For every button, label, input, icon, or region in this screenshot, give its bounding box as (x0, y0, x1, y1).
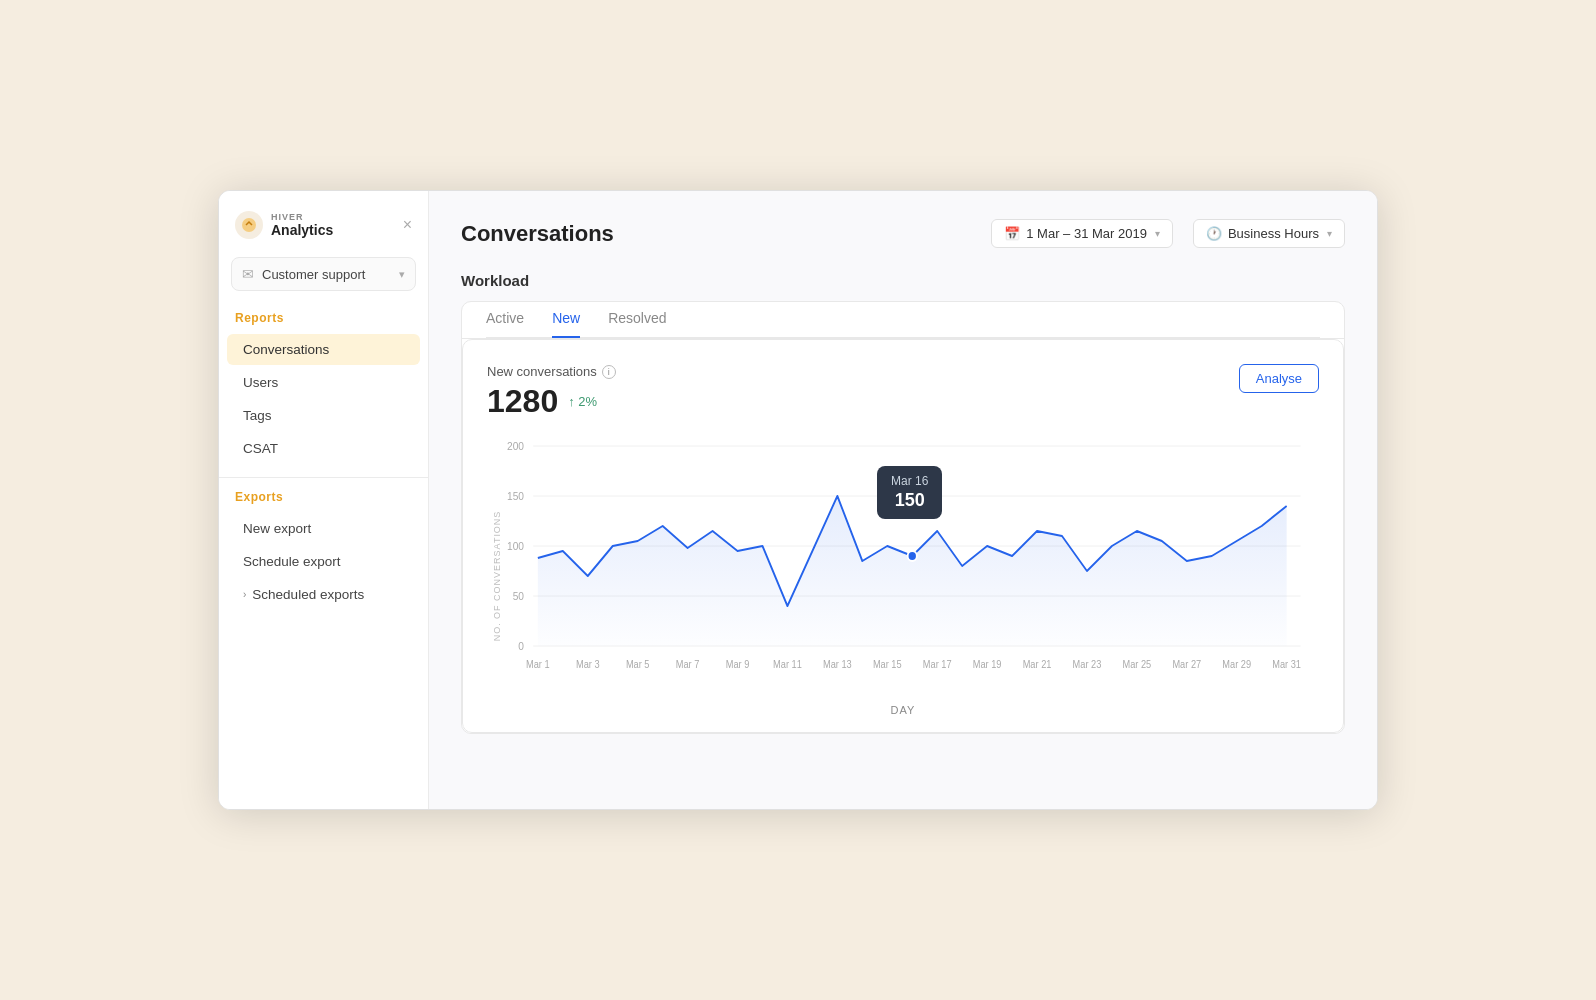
sidebar-item-csat[interactable]: CSAT (227, 433, 420, 464)
reports-section-label: Reports (219, 311, 428, 333)
svg-text:Mar 3: Mar 3 (576, 659, 600, 670)
chart-value-row: 1280 ↑ 2% (487, 383, 616, 420)
workload-section-title: Workload (461, 272, 1345, 289)
mailbox-icon: ✉ (242, 266, 254, 282)
page-title: Conversations (461, 221, 614, 247)
svg-text:Mar 11: Mar 11 (773, 659, 802, 670)
app-window: HIVER Analytics × ✉ Customer support ▾ R… (218, 190, 1378, 810)
brand-name: HIVER (271, 212, 333, 222)
main-header: Conversations 📅 1 Mar – 31 Mar 2019 ▾ 🕐 … (461, 219, 1345, 248)
chart-metric: New conversations i 1280 ↑ 2% (487, 364, 616, 420)
chart-change: ↑ 2% (568, 394, 597, 409)
info-icon[interactable]: i (602, 365, 616, 379)
svg-text:Mar 19: Mar 19 (973, 659, 1002, 670)
svg-text:Mar 1: Mar 1 (526, 659, 550, 670)
mailbox-selector[interactable]: ✉ Customer support ▾ (231, 257, 416, 291)
svg-text:NO. OF CONVERSATIONS: NO. OF CONVERSATIONS (492, 511, 502, 642)
chart-value: 1280 (487, 383, 558, 420)
logo: HIVER Analytics (235, 211, 333, 239)
sidebar-item-scheduled-exports[interactable]: › Scheduled exports (227, 579, 420, 610)
app-title: Analytics (271, 222, 333, 238)
sidebar-item-conversations[interactable]: Conversations (227, 334, 420, 365)
tabs-row: Active New Resolved (462, 302, 1344, 339)
date-range-label: 1 Mar – 31 Mar 2019 (1026, 226, 1147, 241)
svg-text:50: 50 (513, 590, 524, 602)
svg-text:100: 100 (507, 540, 524, 552)
x-axis-label: DAY (487, 704, 1319, 716)
workload-container: Active New Resolved New conversations i … (461, 301, 1345, 734)
main-content: Conversations 📅 1 Mar – 31 Mar 2019 ▾ 🕐 … (429, 191, 1377, 809)
logo-icon (235, 211, 263, 239)
svg-text:150: 150 (507, 490, 524, 502)
svg-text:Mar 27: Mar 27 (1172, 659, 1201, 670)
hours-caret-icon: ▾ (1327, 228, 1332, 239)
svg-text:Mar 17: Mar 17 (923, 659, 952, 670)
svg-text:Mar 25: Mar 25 (1123, 659, 1152, 670)
sidebar-item-users[interactable]: Users (227, 367, 420, 398)
sidebar-item-tags[interactable]: Tags (227, 400, 420, 431)
hours-picker[interactable]: 🕐 Business Hours ▾ (1193, 219, 1345, 248)
analyse-button[interactable]: Analyse (1239, 364, 1319, 393)
chart-svg: 0 50 100 150 200 NO. OF CONVERSATIONS (487, 436, 1319, 696)
sidebar-divider (219, 477, 428, 478)
svg-text:Mar 9: Mar 9 (726, 659, 750, 670)
svg-text:Mar 5: Mar 5 (626, 659, 650, 670)
close-button[interactable]: × (403, 217, 412, 233)
mailbox-label: Customer support (262, 267, 391, 282)
logo-text: HIVER Analytics (271, 212, 333, 238)
calendar-icon: 📅 (1004, 226, 1020, 241)
scheduled-exports-label: Scheduled exports (252, 587, 364, 602)
tab-resolved[interactable]: Resolved (608, 302, 666, 338)
svg-text:Mar 23: Mar 23 (1073, 659, 1102, 670)
header-controls: 📅 1 Mar – 31 Mar 2019 ▾ 🕐 Business Hours… (991, 219, 1345, 248)
sidebar-item-new-export[interactable]: New export (227, 513, 420, 544)
hours-label: Business Hours (1228, 226, 1319, 241)
svg-text:Mar 29: Mar 29 (1222, 659, 1251, 670)
sidebar-header: HIVER Analytics × (219, 211, 428, 257)
tab-new[interactable]: New (552, 302, 580, 338)
svg-point-12 (908, 551, 917, 561)
chart-metric-label: New conversations i (487, 364, 616, 379)
chevron-right-icon: › (243, 589, 246, 600)
svg-text:0: 0 (518, 640, 524, 652)
exports-section-label: Exports (219, 490, 428, 512)
svg-point-0 (242, 218, 256, 232)
svg-text:Mar 15: Mar 15 (873, 659, 902, 670)
svg-text:200: 200 (507, 440, 524, 452)
mailbox-caret-icon: ▾ (399, 268, 405, 281)
tab-active[interactable]: Active (486, 302, 524, 338)
date-caret-icon: ▾ (1155, 228, 1160, 239)
svg-text:Mar 13: Mar 13 (823, 659, 852, 670)
workload-tabs: Active New Resolved (486, 302, 1320, 338)
chart-card: New conversations i 1280 ↑ 2% Analyse (462, 339, 1344, 733)
svg-text:Mar 7: Mar 7 (676, 659, 700, 670)
clock-icon: 🕐 (1206, 226, 1222, 241)
chart-header: New conversations i 1280 ↑ 2% Analyse (487, 364, 1319, 420)
date-range-picker[interactable]: 📅 1 Mar – 31 Mar 2019 ▾ (991, 219, 1173, 248)
svg-text:Mar 31: Mar 31 (1272, 659, 1301, 670)
svg-text:Mar 21: Mar 21 (1023, 659, 1052, 670)
sidebar-item-schedule-export[interactable]: Schedule export (227, 546, 420, 577)
sidebar: HIVER Analytics × ✉ Customer support ▾ R… (219, 191, 429, 809)
chart-container: 0 50 100 150 200 NO. OF CONVERSATIONS (487, 436, 1319, 700)
